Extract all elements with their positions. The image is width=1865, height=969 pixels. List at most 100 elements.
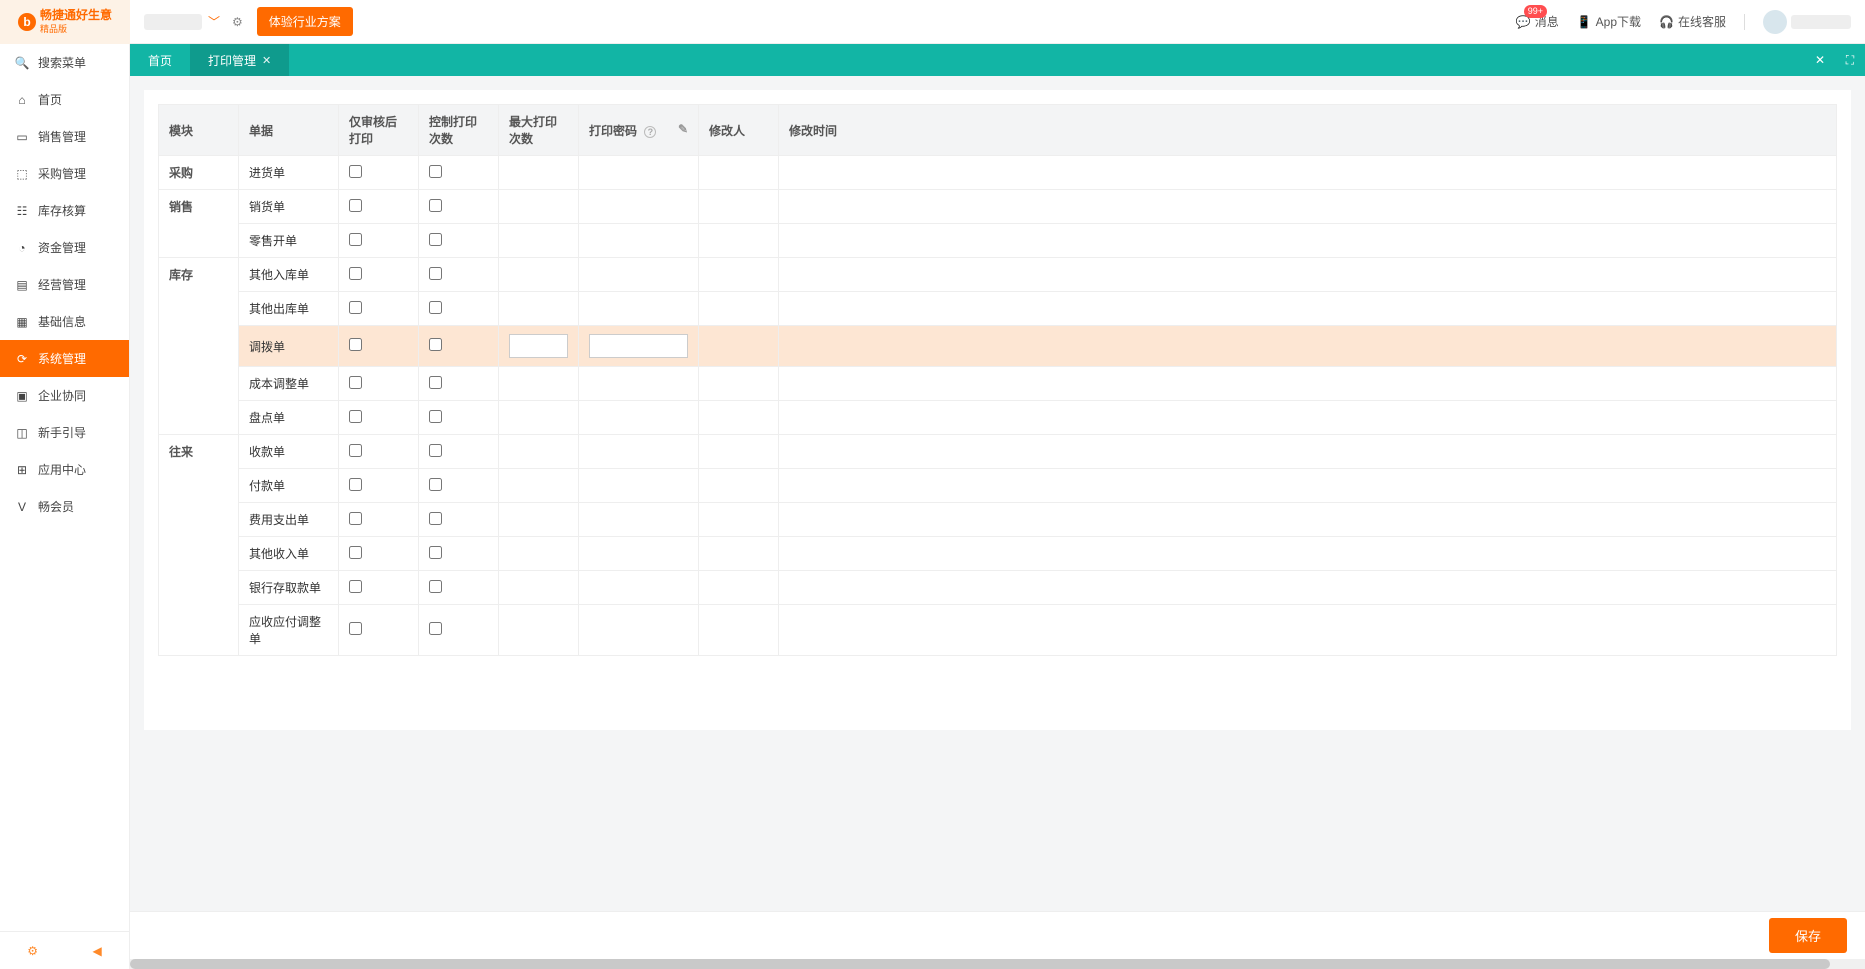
limit-count-cell (419, 190, 499, 224)
after-audit-checkbox[interactable] (349, 267, 362, 280)
sidebar-item-collab[interactable]: ▣企业协同 (0, 377, 129, 414)
after-audit-checkbox[interactable] (349, 376, 362, 389)
brand-logo[interactable]: b 畅捷通好生意 精品版 (0, 0, 130, 44)
scrollbar-thumb[interactable] (130, 959, 1830, 969)
fullscreen-icon[interactable]: ⛶ (1835, 44, 1865, 76)
max-count-input[interactable] (509, 334, 568, 358)
limit-count-cell (419, 224, 499, 258)
sidebar-item-system[interactable]: ⟳系统管理 (0, 340, 129, 377)
table-row: 零售开单 (159, 224, 1837, 258)
sidebar-item-home[interactable]: ⌂首页 (0, 81, 129, 118)
limit-count-checkbox[interactable] (429, 267, 442, 280)
online-service-button[interactable]: 🎧 在线客服 (1659, 13, 1726, 30)
edit-icon[interactable]: ✎ (678, 122, 688, 136)
sidebar-item-basic[interactable]: ▦ 基础信息 (0, 303, 129, 340)
sidebar-item-search-menu[interactable]: 🔍搜索菜单 (0, 44, 129, 81)
limit-count-checkbox[interactable] (429, 478, 442, 491)
table-row: 盘点单 (159, 401, 1837, 435)
gear-icon[interactable]: ⚙ (232, 15, 243, 29)
limit-count-checkbox[interactable] (429, 410, 442, 423)
password-cell (579, 367, 699, 401)
save-button[interactable]: 保存 (1769, 918, 1847, 953)
sidebar-item-funds[interactable]: ◔资金管理 (0, 229, 129, 266)
after-audit-checkbox[interactable] (349, 301, 362, 314)
sidebar-item-guide[interactable]: ◫新手引导 (0, 414, 129, 451)
after-audit-checkbox[interactable] (349, 512, 362, 525)
content-scroll[interactable]: 模块 单据 仅审核后打印 控制打印次数 最大打印次数 打印密码 ? ✎ 修改人 (130, 76, 1865, 911)
after-audit-checkbox[interactable] (349, 444, 362, 457)
sidebar-item-vip[interactable]: V畅会员 (0, 488, 129, 525)
table-row: 其他出库单 (159, 292, 1837, 326)
modifier-cell (699, 367, 779, 401)
tab-print-manage[interactable]: 打印管理 ✕ (190, 44, 289, 76)
basic-icon: ▦ (14, 314, 30, 330)
help-icon[interactable]: ? (644, 126, 656, 138)
after-audit-checkbox[interactable] (349, 199, 362, 212)
limit-count-cell (419, 605, 499, 656)
modifier-cell (699, 224, 779, 258)
after-audit-checkbox[interactable] (349, 546, 362, 559)
operation-icon: ▤ (14, 277, 30, 293)
modtime-cell (779, 469, 1837, 503)
after-audit-checkbox[interactable] (349, 478, 362, 491)
module-cell: 库存 (159, 258, 239, 435)
app-download-button[interactable]: 📱 App下载 (1577, 13, 1641, 30)
after-audit-checkbox[interactable] (349, 410, 362, 423)
password-cell (579, 503, 699, 537)
industry-cta-button[interactable]: 体验行业方案 (257, 7, 353, 36)
modifier-cell (699, 503, 779, 537)
tab-home[interactable]: 首页 (130, 44, 190, 76)
sidebar-item-sales[interactable]: ▭销售管理 (0, 118, 129, 155)
horizontal-scrollbar[interactable] (130, 959, 1865, 969)
after-audit-checkbox[interactable] (349, 580, 362, 593)
max-count-cell (499, 224, 579, 258)
guide-icon: ◫ (14, 425, 30, 441)
password-cell (579, 156, 699, 190)
org-selector[interactable]: ﹀ (144, 13, 220, 30)
user-menu[interactable] (1763, 10, 1851, 34)
limit-count-checkbox[interactable] (429, 580, 442, 593)
sidebar-footer: ⚙ ◀︎ (0, 931, 129, 969)
limit-count-cell (419, 258, 499, 292)
purchase-icon: ⬚ (14, 166, 30, 182)
sidebar-item-purchase[interactable]: ⬚采购管理 (0, 155, 129, 192)
messages-button[interactable]: 💬 消息 99+ (1516, 13, 1559, 30)
after-audit-cell (339, 326, 419, 367)
table-row: 银行存取款单 (159, 571, 1837, 605)
limit-count-checkbox[interactable] (429, 444, 442, 457)
limit-count-cell (419, 435, 499, 469)
sidebar-item-inventory[interactable]: ☷库存核算 (0, 192, 129, 229)
limit-count-checkbox[interactable] (429, 512, 442, 525)
tab-close-all-button[interactable]: ✕ (1805, 44, 1835, 76)
close-icon[interactable]: ✕ (262, 54, 271, 67)
after-audit-cell (339, 367, 419, 401)
modtime-cell (779, 537, 1837, 571)
after-audit-checkbox[interactable] (349, 233, 362, 246)
limit-count-checkbox[interactable] (429, 165, 442, 178)
avatar (1763, 10, 1787, 34)
limit-count-checkbox[interactable] (429, 301, 442, 314)
password-input[interactable] (589, 334, 688, 358)
limit-count-checkbox[interactable] (429, 199, 442, 212)
limit-count-checkbox[interactable] (429, 233, 442, 246)
collapse-icon[interactable]: ◀︎ (93, 944, 102, 958)
settings-gear-icon[interactable]: ⚙ (27, 944, 38, 958)
sidebar-item-operation[interactable]: ▤经营管理 (0, 266, 129, 303)
sidebar-item-appcenter[interactable]: ⊞应用中心 (0, 451, 129, 488)
modtime-cell (779, 503, 1837, 537)
col-modifier: 修改人 (699, 105, 779, 156)
limit-count-checkbox[interactable] (429, 376, 442, 389)
messages-badge: 99+ (1524, 5, 1547, 18)
user-name-blur (1791, 15, 1851, 29)
tab-bar: 首页 打印管理 ✕ ✕ ⛶ (130, 44, 1865, 76)
limit-count-checkbox[interactable] (429, 338, 442, 351)
limit-count-cell (419, 156, 499, 190)
limit-count-checkbox[interactable] (429, 546, 442, 559)
module-cell: 采购 (159, 156, 239, 190)
limit-count-checkbox[interactable] (429, 622, 442, 635)
after-audit-checkbox[interactable] (349, 165, 362, 178)
after-audit-checkbox[interactable] (349, 622, 362, 635)
top-bar: b 畅捷通好生意 精品版 ﹀ ⚙ 体验行业方案 💬 消息 99+ 📱 App下载… (0, 0, 1865, 44)
after-audit-checkbox[interactable] (349, 338, 362, 351)
sidebar-item-label: 基础信息 (38, 313, 86, 330)
